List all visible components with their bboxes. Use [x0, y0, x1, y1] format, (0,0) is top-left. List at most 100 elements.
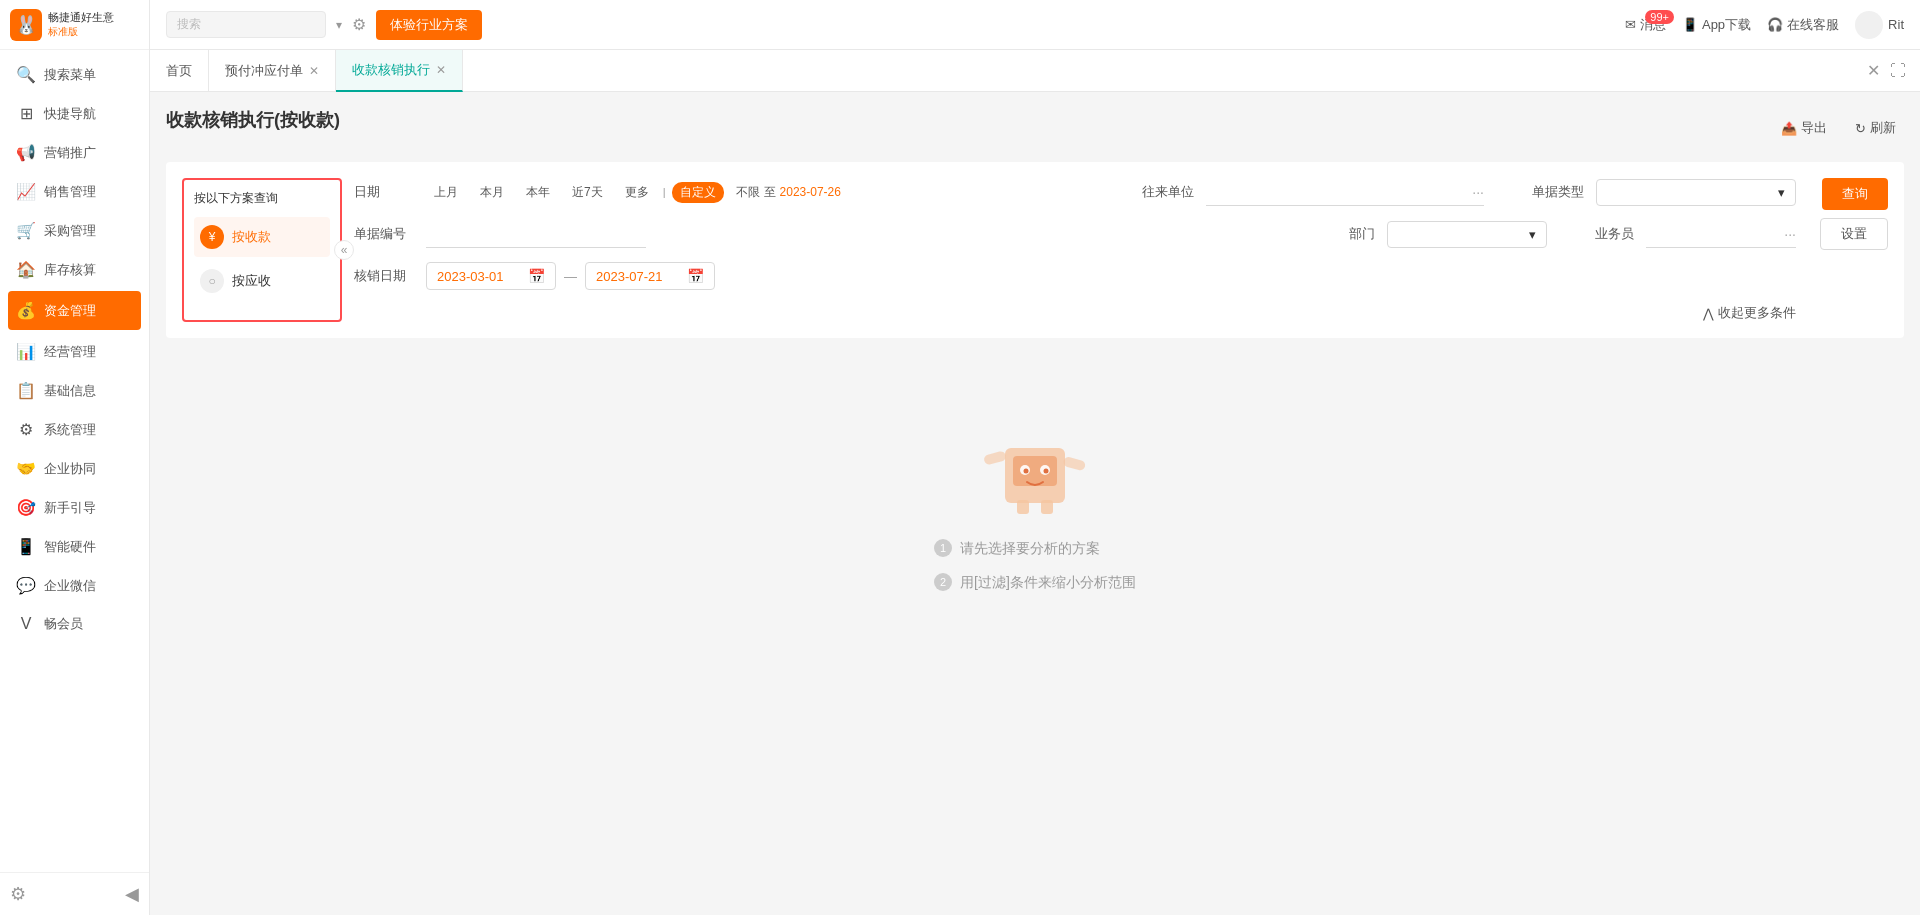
tab-receipt-label: 收款核销执行 [352, 61, 430, 79]
sidebar-item-wechat[interactable]: 💬 企业微信 [0, 566, 149, 605]
date-last-month[interactable]: 上月 [426, 181, 466, 204]
sidebar-item-guide[interactable]: 🎯 新手引导 [0, 488, 149, 527]
sidebar-item-shortcut[interactable]: ⊞ 快捷导航 [0, 94, 149, 133]
sidebar-item-marketing[interactable]: 📢 营销推广 [0, 133, 149, 172]
filter-row-2: 单据编号 部门 ▾ 业务员 ··· [354, 220, 1796, 248]
dept-chevron: ▾ [1529, 227, 1536, 242]
finance-nav-icon: 💰 [16, 301, 36, 320]
empty-state: 1 请先选择要分析的方案 2 用[过滤]条件来缩小分析范围 [166, 338, 1904, 676]
tabs-right-controls: ✕ ⛶ [1863, 50, 1920, 92]
collapse-sidebar-icon[interactable]: ◀ [125, 883, 139, 905]
sidebar-item-search[interactable]: 🔍 搜索菜单 [0, 55, 149, 94]
tab-receipt[interactable]: 收款核销执行 ✕ [336, 50, 463, 92]
user-avatar[interactable]: Rit [1855, 11, 1904, 39]
cal-end-icon: 📅 [687, 268, 704, 284]
doc-type-select[interactable]: ▾ [1596, 179, 1796, 206]
date-label: 日期 [354, 183, 414, 201]
header-gear-icon[interactable]: ⚙ [352, 15, 366, 34]
sidebar-item-member[interactable]: V 畅会员 [0, 605, 149, 643]
svg-rect-8 [983, 450, 1007, 465]
sidebar-item-purchase[interactable]: 🛒 采购管理 [0, 211, 149, 250]
sidebar: 🐰 畅捷通好生意 标准版 🔍 搜索菜单 ⊞ 快捷导航 📢 营销推广 📈 销售管理… [0, 0, 150, 915]
collapse-chevron-icon: ⋀ [1703, 306, 1714, 321]
export-button[interactable]: 📤 导出 [1773, 115, 1835, 141]
search-placeholder-text: 搜索 [177, 16, 201, 33]
date-to-text: 至 [764, 184, 776, 201]
logo-icon: 🐰 [10, 9, 42, 41]
sidebar-item-inventory[interactable]: 🏠 库存核算 [0, 250, 149, 289]
online-service-item[interactable]: 🎧 在线客服 [1767, 16, 1839, 34]
message-item[interactable]: ✉ 消息 99+ [1625, 16, 1666, 34]
svg-rect-7 [1041, 500, 1053, 514]
filter-row-3: 核销日期 2023-03-01 📅 — 2023-07-21 📅 [354, 262, 1796, 290]
settings-button[interactable]: 设置 [1820, 218, 1888, 250]
date-no-limit-text: 不限 [736, 184, 760, 201]
header-chevron-icon[interactable]: ▾ [336, 18, 342, 32]
date-more[interactable]: 更多 [617, 181, 657, 204]
partner-dots-icon[interactable]: ··· [1472, 184, 1484, 200]
sidebar-item-finance[interactable]: 💰 资金管理 [8, 291, 141, 330]
date-range-dash: — [564, 269, 577, 284]
date-this-month[interactable]: 本月 [472, 181, 512, 204]
export-icon: 📤 [1781, 121, 1797, 136]
app-download-item[interactable]: 📱 App下载 [1682, 16, 1751, 34]
empty-hint-1-text: 请先选择要分析的方案 [960, 534, 1100, 562]
purchase-nav-icon: 🛒 [16, 221, 36, 240]
expand-tab-icon[interactable]: ⛶ [1886, 58, 1910, 84]
member-nav-icon: V [16, 615, 36, 633]
filter-option-receipt[interactable]: ¥ 按收款 [194, 217, 330, 257]
main-content: 搜索 ▾ ⚙ 体验行业方案 ✉ 消息 99+ 📱 App下载 🎧 在线客服 Ri… [150, 0, 1920, 915]
sidebar-item-enterprise[interactable]: 🤝 企业协同 [0, 449, 149, 488]
avatar-image [1855, 11, 1883, 39]
sidebar-item-hardware[interactable]: 📱 智能硬件 [0, 527, 149, 566]
date-custom[interactable]: 自定义 [672, 182, 724, 203]
salesperson-input[interactable]: ··· [1646, 220, 1796, 248]
header-search-box[interactable]: 搜索 [166, 11, 326, 38]
tab-receipt-close[interactable]: ✕ [436, 63, 446, 77]
home-nav-icon: ⊞ [16, 104, 36, 123]
logo-text: 畅捷通好生意 [48, 10, 114, 25]
sidebar-item-system[interactable]: ⚙ 系统管理 [0, 410, 149, 449]
close-tab-icon[interactable]: ✕ [1863, 57, 1884, 84]
svg-rect-6 [1017, 500, 1029, 514]
filter-left-panel: 按以下方案查询 ¥ 按收款 ○ 按应收 « [182, 178, 342, 322]
logo-sub: 标准版 [48, 25, 114, 39]
empty-hint-1: 1 请先选择要分析的方案 [934, 534, 1136, 562]
filter-panel-collapse[interactable]: « [334, 240, 354, 260]
solution-button[interactable]: 体验行业方案 [376, 10, 482, 40]
svg-point-5 [1044, 469, 1049, 474]
refresh-button[interactable]: ↻ 刷新 [1847, 115, 1904, 141]
doc-type-chevron: ▾ [1778, 185, 1785, 200]
writeoff-date-start-input[interactable]: 2023-03-01 📅 [426, 262, 556, 290]
sidebar-item-sales[interactable]: 📈 销售管理 [0, 172, 149, 211]
svg-rect-1 [1013, 456, 1057, 486]
filter-container: 按以下方案查询 ¥ 按收款 ○ 按应收 « 日期 上月 [166, 162, 1904, 338]
tab-home[interactable]: 首页 [150, 50, 209, 92]
dept-select[interactable]: ▾ [1387, 221, 1547, 248]
filter-option-receivable[interactable]: ○ 按应收 [194, 261, 330, 301]
date-this-year[interactable]: 本年 [518, 181, 558, 204]
salesperson-dots-icon[interactable]: ··· [1784, 226, 1796, 242]
tabs-bar: 首页 预付冲应付单 ✕ 收款核销执行 ✕ ✕ ⛶ [150, 50, 1920, 92]
doc-type-label: 单据类型 [1532, 183, 1584, 201]
page-title: 收款核销执行(按收款) [166, 108, 340, 132]
sidebar-item-operations[interactable]: 📊 经营管理 [0, 332, 149, 371]
basic-nav-icon: 📋 [16, 381, 36, 400]
partner-input[interactable]: ··· [1206, 178, 1484, 206]
writeoff-date-end-input[interactable]: 2023-07-21 📅 [585, 262, 715, 290]
receipt-option-icon: ¥ [200, 225, 224, 249]
sidebar-bottom: ⚙ ◀ [0, 872, 149, 915]
tab-prepay-close[interactable]: ✕ [309, 64, 319, 78]
date-7days[interactable]: 近7天 [564, 181, 611, 204]
online-service-label: 在线客服 [1787, 16, 1839, 34]
date-to-value: 2023-07-26 [780, 185, 841, 199]
doc-number-input[interactable] [426, 220, 646, 248]
settings-bottom-icon[interactable]: ⚙ [10, 883, 26, 905]
collapse-more-btn[interactable]: ⋀ 收起更多条件 [354, 304, 1796, 322]
header-right: ✉ 消息 99+ 📱 App下载 🎧 在线客服 Rit [1625, 11, 1904, 39]
query-button[interactable]: 查询 [1822, 178, 1888, 210]
sidebar-item-basic[interactable]: 📋 基础信息 [0, 371, 149, 410]
inventory-nav-icon: 🏠 [16, 260, 36, 279]
tab-prepay[interactable]: 预付冲应付单 ✕ [209, 50, 336, 92]
wechat-nav-icon: 💬 [16, 576, 36, 595]
